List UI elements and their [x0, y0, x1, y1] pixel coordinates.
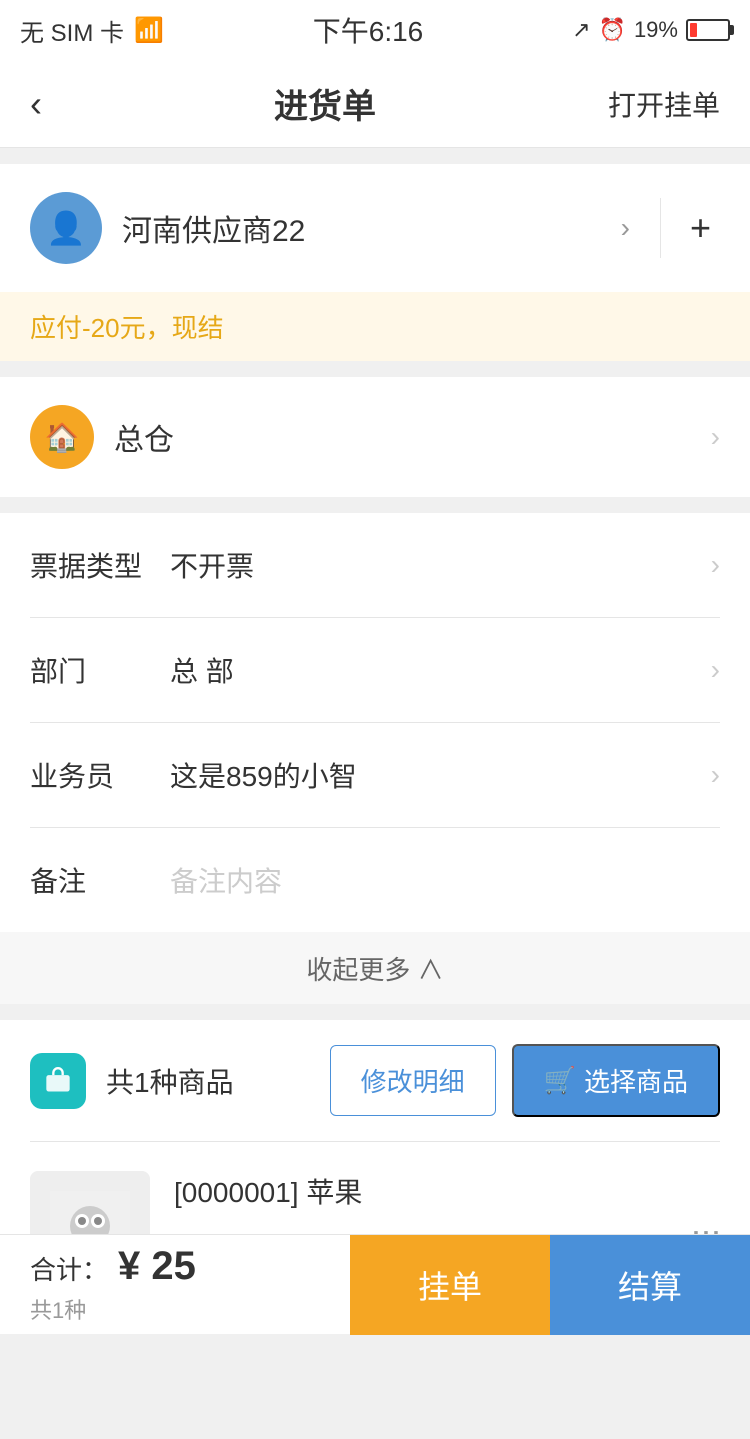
product-header: 共1种商品 修改明细 🛒 选择商品: [0, 1020, 750, 1141]
salesperson-value: 这是859的小智: [170, 755, 711, 795]
add-supplier-button[interactable]: +: [660, 198, 720, 258]
footer: 合计： ¥ 25 共1种 挂单 结算: [0, 1234, 750, 1334]
status-left: 无 SIM 卡 📶: [20, 13, 164, 48]
salesperson-label: 业务员: [30, 755, 170, 795]
edit-detail-button[interactable]: 修改明细: [330, 1045, 496, 1116]
product-count-icon: [30, 1053, 86, 1109]
salesperson-row[interactable]: 业务员 这是859的小智 ›: [0, 723, 750, 827]
warehouse-name: 总仓: [114, 415, 711, 459]
invoice-type-section: 票据类型 不开票 › 部门 总 部 › 业务员 这是859的小智 › 备注 备注…: [0, 513, 750, 932]
footer-spacer: [0, 1319, 750, 1439]
status-time: 下午6:16: [313, 10, 424, 50]
status-right: ↗ ⏰ 19%: [572, 17, 730, 43]
collapse-label: 收起更多 ∧: [306, 950, 443, 987]
location-icon: ↗: [572, 17, 590, 43]
department-row[interactable]: 部门 总 部 ›: [0, 618, 750, 722]
remark-row[interactable]: 备注 备注内容: [0, 828, 750, 932]
supplier-section: 👤 河南供应商22 › + 应付-20元，现结: [0, 164, 750, 361]
select-product-button[interactable]: 🛒 选择商品: [512, 1044, 720, 1117]
cart-icon: 🛒: [544, 1065, 576, 1096]
footer-total: 合计： ¥ 25 共1种: [0, 1244, 350, 1325]
invoice-type-label: 票据类型: [30, 545, 170, 585]
product-name: [0000001] 苹果: [174, 1171, 690, 1211]
invoice-type-arrow-icon: ›: [711, 549, 720, 581]
supplier-avatar: 👤: [30, 192, 102, 264]
battery-icon: [686, 19, 730, 41]
product-title: 苹果: [306, 1177, 362, 1208]
hang-button[interactable]: 挂单: [350, 1235, 550, 1335]
invoice-type-value: 不开票: [170, 545, 711, 585]
warehouse-arrow-icon: ›: [711, 421, 720, 453]
collapse-bar[interactable]: 收起更多 ∧: [0, 932, 750, 1004]
checkout-button[interactable]: 结算: [550, 1235, 750, 1335]
carrier-text: 无 SIM 卡: [20, 13, 124, 48]
total-label: 合计：: [30, 1250, 108, 1287]
salesperson-arrow-icon: ›: [711, 759, 720, 791]
invoice-type-row[interactable]: 票据类型 不开票 ›: [0, 513, 750, 617]
thin-divider-4: [30, 1141, 720, 1142]
battery-percent: 19%: [634, 17, 678, 43]
back-button[interactable]: ‹: [30, 83, 42, 125]
department-arrow-icon: ›: [711, 654, 720, 686]
status-bar: 无 SIM 卡 📶 下午6:16 ↗ ⏰ 19%: [0, 0, 750, 60]
total-amount: ¥ 25: [118, 1244, 196, 1289]
supplier-name: 河南供应商22: [122, 206, 621, 250]
department-label: 部门: [30, 650, 170, 690]
warehouse-section: 🏠 总仓 ›: [0, 377, 750, 497]
supplier-arrow-icon: ›: [621, 212, 630, 244]
page-title: 进货单: [274, 79, 376, 128]
total-sub: 共1种: [30, 1293, 320, 1325]
supplier-notice: 应付-20元，现结: [0, 292, 750, 361]
supplier-avatar-icon: 👤: [46, 209, 86, 247]
wifi-icon: 📶: [134, 16, 164, 45]
divider-1: [0, 148, 750, 164]
divider-4: [0, 1004, 750, 1020]
department-value: 总 部: [170, 650, 711, 690]
open-pending-button[interactable]: 打开挂单: [608, 84, 720, 124]
remark-value[interactable]: 备注内容: [170, 860, 720, 900]
select-product-label: 选择商品: [584, 1062, 688, 1099]
product-count-text: 共1种商品: [106, 1061, 330, 1101]
alarm-icon: ⏰: [599, 17, 626, 43]
divider-3: [0, 497, 750, 513]
warehouse-row[interactable]: 🏠 总仓 ›: [0, 377, 750, 497]
remark-label: 备注: [30, 860, 170, 900]
supplier-row[interactable]: 👤 河南供应商22 › +: [0, 164, 750, 292]
total-row: 合计： ¥ 25: [30, 1244, 320, 1289]
nav-bar: ‹ 进货单 打开挂单: [0, 60, 750, 148]
warehouse-icon: 🏠: [30, 405, 94, 469]
divider-2: [0, 361, 750, 377]
product-code: [0000001]: [174, 1177, 299, 1208]
